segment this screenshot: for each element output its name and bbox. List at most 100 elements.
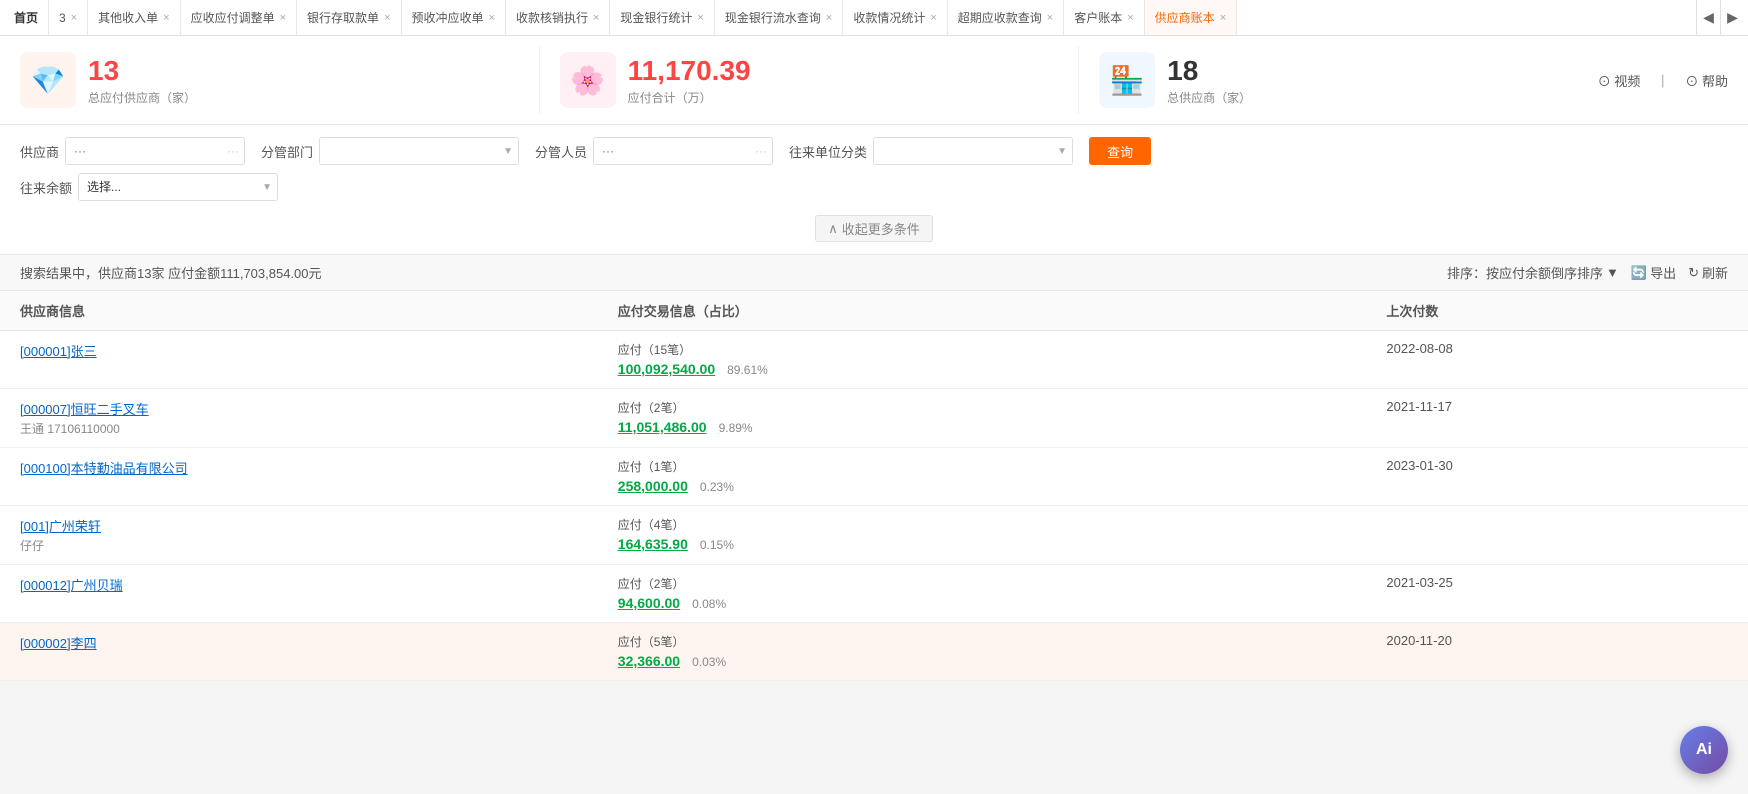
- payable-suppliers-number: 13: [88, 54, 196, 88]
- close-tab-receipt-audit[interactable]: ×: [593, 12, 599, 24]
- close-tab-bank-deposit[interactable]: ×: [384, 12, 390, 24]
- close-tab-advance-verify[interactable]: ×: [489, 12, 495, 24]
- supplier-link-4[interactable]: [000012]广州贝瑞: [20, 578, 123, 593]
- dept-select[interactable]: [319, 137, 519, 165]
- person-input-wrapper: ···: [593, 137, 773, 165]
- balance-select[interactable]: 选择...: [78, 173, 278, 201]
- person-filter-label: 分管人员: [535, 142, 587, 161]
- nav-tab-other-income[interactable]: 其他收入单×: [88, 0, 180, 36]
- nav-tab-tab3[interactable]: 3×: [49, 0, 88, 36]
- payable-total-label: 应付合计（万）: [628, 89, 751, 106]
- table-body: [000001]张三应付（15笔）100,092,540.0089.61%202…: [0, 331, 1748, 681]
- trans-amount-row-1: 11,051,486.009.89%: [618, 419, 1387, 435]
- trans-percent-0: 89.61%: [727, 363, 768, 377]
- lastpay-date-4: 2021-03-25: [1386, 575, 1453, 590]
- close-tab-other-income[interactable]: ×: [163, 12, 169, 24]
- transaction-col-2: 应付（1笔）258,000.000.23%: [618, 458, 1387, 494]
- transaction-col-1: 应付（2笔） 11,051,486.009.89%: [618, 399, 1387, 435]
- nav-tab-cash-bank-stat[interactable]: 现金银行统计×: [610, 0, 714, 36]
- trans-amount-3[interactable]: 164,635.90: [618, 536, 688, 552]
- nav-tab-bank-deposit[interactable]: 银行存取款单×: [297, 0, 401, 36]
- trans-label-4: 应付（2笔）: [618, 575, 1387, 592]
- sort-label: 排序：按应付余额倒序排序: [1447, 263, 1603, 282]
- close-tab-ap-adjust[interactable]: ×: [280, 12, 286, 24]
- help-link[interactable]: ⊙ 帮助: [1685, 71, 1728, 90]
- nav-tab-customer-account[interactable]: 客户账本×: [1064, 0, 1144, 36]
- close-tab-cash-flow[interactable]: ×: [826, 12, 832, 24]
- category-filter: 往来单位分类 ▼: [789, 137, 1073, 165]
- nav-tab-advance-verify[interactable]: 预收冲应收单×: [402, 0, 506, 36]
- lastpay-col-0: 2022-08-08: [1386, 341, 1728, 356]
- nav-tab-receipt-audit[interactable]: 收款核销执行×: [506, 0, 610, 36]
- trans-amount-4[interactable]: 94,600.00: [618, 595, 680, 611]
- close-tab-cash-bank-stat[interactable]: ×: [697, 12, 703, 24]
- ai-assistant-button[interactable]: Ai: [1680, 726, 1728, 774]
- lastpay-date-1: 2021-11-17: [1386, 399, 1452, 414]
- transaction-col-0: 应付（15笔）100,092,540.0089.61%: [618, 341, 1387, 377]
- nav-tab-receipt-stat[interactable]: 收款情况统计×: [843, 0, 947, 36]
- refresh-label: 刷新: [1702, 263, 1728, 282]
- supplier-link-1[interactable]: [000007]恒旺二手叉车: [20, 402, 149, 417]
- close-tab-tab3[interactable]: ×: [71, 12, 77, 24]
- trans-label-1: 应付（2笔）: [618, 399, 1387, 416]
- trans-amount-5[interactable]: 32,366.00: [618, 653, 680, 669]
- transaction-col-3: 应付（4笔）164,635.900.15%: [618, 516, 1387, 552]
- supplier-link-0[interactable]: [000001]张三: [20, 344, 97, 359]
- collapse-bar: ∧ 收起更多条件: [20, 209, 1728, 242]
- balance-filter-label: 往来余额: [20, 178, 72, 197]
- trans-percent-3: 0.15%: [700, 538, 734, 552]
- close-tab-receipt-stat[interactable]: ×: [930, 12, 936, 24]
- nav-tab-overdue-query[interactable]: 超期应收款查询×: [948, 0, 1064, 36]
- supplier-col-3: [001]广州荣轩仔仔: [20, 516, 618, 554]
- supplier-sub-3: 仔仔: [20, 537, 618, 554]
- transaction-col-4: 应付（2笔） 94,600.000.08%: [618, 575, 1387, 611]
- supplier-sub-1: 王通 17106110000: [20, 420, 618, 437]
- stat-text-3: 18 总供应商（家）: [1167, 54, 1251, 107]
- close-tab-supplier-account[interactable]: ×: [1220, 12, 1226, 24]
- nav-tab-supplier-account[interactable]: 供应商账本×: [1145, 0, 1237, 36]
- trans-amount-row-2: 258,000.000.23%: [618, 478, 1387, 494]
- payable-total-number: 11,170.39: [628, 54, 751, 88]
- collapse-button[interactable]: ∧ 收起更多条件: [815, 215, 933, 242]
- close-tab-overdue-query[interactable]: ×: [1047, 12, 1053, 24]
- nav-prev-arrow[interactable]: ◀: [1696, 0, 1720, 36]
- nav-tab-home[interactable]: 首页: [4, 0, 49, 36]
- results-summary: 搜索结果中，供应商13家 应付金额111,703,854.00元: [20, 263, 322, 282]
- trans-amount-2[interactable]: 258,000.00: [618, 478, 688, 494]
- table-header: 供应商信息 应付交易信息（占比） 上次付数: [0, 291, 1748, 331]
- balance-select-wrapper: 选择... ▼: [78, 173, 278, 201]
- header-supplier: 供应商信息: [20, 301, 618, 320]
- supplier-link-2[interactable]: [000100]本特勤油品有限公司: [20, 461, 188, 476]
- person-input[interactable]: [593, 137, 773, 165]
- category-select[interactable]: [873, 137, 1073, 165]
- close-tab-customer-account[interactable]: ×: [1127, 12, 1133, 24]
- export-button[interactable]: 🔄 导出: [1631, 263, 1676, 282]
- sort-selector[interactable]: 排序：按应付余额倒序排序 ▼: [1447, 263, 1619, 282]
- stat-total-suppliers: 🏪 18 总供应商（家）: [1078, 46, 1598, 114]
- lastpay-date-0: 2022-08-08: [1386, 341, 1453, 356]
- supplier-link-3[interactable]: [001]广州荣轩: [20, 519, 101, 534]
- query-button[interactable]: 查询: [1089, 137, 1151, 165]
- nav-tabs-container: 首页3×其他收入单×应收应付调整单×银行存取款单×预收冲应收单×收款核销执行×现…: [4, 0, 1696, 36]
- stat-payable-suppliers: 💎 13 总应付供应商（家）: [20, 46, 519, 114]
- lastpay-date-2: 2023-01-30: [1386, 458, 1453, 473]
- trans-amount-0[interactable]: 100,092,540.00: [618, 361, 715, 377]
- supplier-link-5[interactable]: [000002]李四: [20, 636, 97, 651]
- supplier-col-1: [000007]恒旺二手叉车王通 17106110000: [20, 399, 618, 437]
- table-row: [000007]恒旺二手叉车王通 17106110000应付（2笔） 11,051…: [0, 389, 1748, 448]
- supplier-input[interactable]: [65, 137, 245, 165]
- nav-next-arrow[interactable]: ▶: [1720, 0, 1744, 36]
- nav-tab-ap-adjust[interactable]: 应收应付调整单×: [181, 0, 297, 36]
- supplier-col-4: [000012]广州贝瑞: [20, 575, 618, 594]
- nav-tab-cash-flow[interactable]: 现金银行流水查询×: [715, 0, 843, 36]
- supplier-filter-label: 供应商: [20, 142, 59, 161]
- trans-amount-row-4: 94,600.000.08%: [618, 595, 1387, 611]
- lastpay-col-5: 2020-11-20: [1386, 633, 1728, 648]
- collapse-label: 收起更多条件: [842, 219, 920, 238]
- table-row: [000001]张三应付（15笔）100,092,540.0089.61%202…: [0, 331, 1748, 389]
- video-link[interactable]: ⊙ 视频: [1598, 71, 1641, 90]
- refresh-button[interactable]: ↻ 刷新: [1688, 263, 1728, 282]
- transaction-col-5: 应付（5笔）32,366.000.03%: [618, 633, 1387, 669]
- trans-amount-1[interactable]: 11,051,486.00: [618, 419, 707, 435]
- dept-filter: 分管部门 ▼: [261, 137, 519, 165]
